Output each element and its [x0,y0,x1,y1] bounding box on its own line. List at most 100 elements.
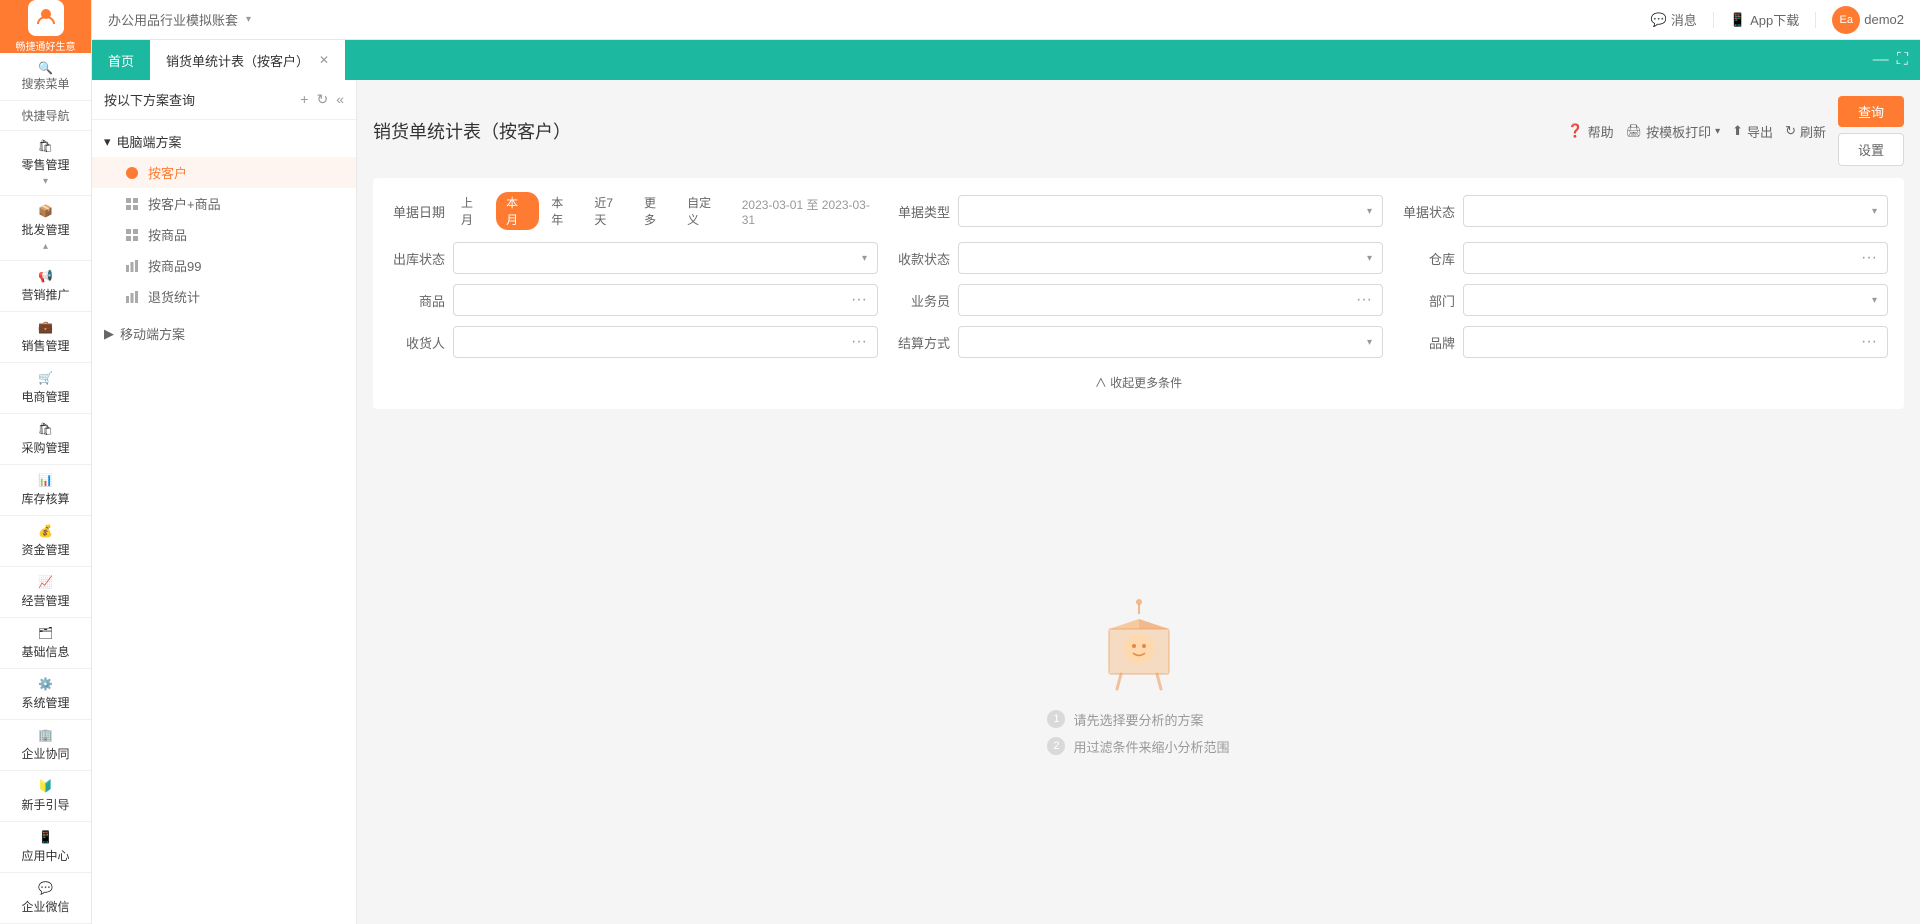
refresh-button[interactable]: ↻ 刷新 [1785,122,1826,141]
tab-minimize-icon[interactable]: — [1873,51,1889,69]
sidebar-item-wholesale[interactable]: 📦 批发管理 ▴ [0,196,92,261]
filter-row-3: 商品 ··· 业务员 ··· 部门 [389,284,1888,316]
settings-button[interactable]: 设置 [1838,133,1904,166]
sidebar-item-retail[interactable]: 🛍 零售管理 ▾ [0,131,92,196]
receiver-select[interactable]: ··· [453,326,878,358]
sidebar-item-inventory[interactable]: 📊 库存核算 [0,465,92,516]
date-tab-this-year[interactable]: 本年 [543,190,582,232]
date-tab-last-month[interactable]: 上月 [453,190,492,232]
help-button[interactable]: ❓ 帮助 [1567,122,1613,141]
payment-label: 结算方式 [894,333,950,352]
scheme-by-goods[interactable]: 按商品 [92,219,356,250]
quick-nav[interactable]: 快捷导航 [0,101,92,131]
doc-status-arrow-icon: ▾ [1872,206,1877,217]
brand-label: 品牌 [1399,333,1455,352]
receiver-filter-group: 收货人 ··· [389,326,878,358]
filter-row-4: 收货人 ··· 结算方式 ▾ 品牌 [389,326,1888,358]
sidebar-item-purchase[interactable]: 🛍 采购管理 [0,414,92,465]
receipt-status-select[interactable]: ▾ [958,242,1383,274]
page-title-bar: 销货单统计表（按客户） ❓ 帮助 🖨 按模板打印 ▾ ⬆ 导出 [373,96,1904,166]
date-tab-7days[interactable]: 近7天 [586,190,632,232]
sidebar-item-wechat[interactable]: 💬 企业微信 [0,873,92,924]
warehouse-select[interactable]: ··· [1463,242,1888,274]
tab-bar-actions: — ⛶ [1873,51,1920,69]
sidebar-item-finance[interactable]: 💰 资金管理 [0,516,92,567]
date-tab-this-month[interactable]: 本月 [496,192,539,230]
goods-select[interactable]: ··· [453,284,878,316]
add-scheme-icon[interactable]: + [300,91,308,108]
ecommerce-icon: 🛒 [38,371,53,385]
export-button[interactable]: ⬆ 导出 [1732,122,1773,141]
operation-icon: 📈 [38,575,53,589]
header-divider2 [1815,12,1816,28]
sidebar-item-appstore[interactable]: 📱 应用中心 [0,822,92,873]
sidebar-item-sales[interactable]: 💼 销售管理 [0,312,92,363]
salesperson-label: 业务员 [894,291,950,310]
empty-tip-1: 1 请先选择要分析的方案 [1047,710,1229,729]
doc-status-select[interactable]: ▾ [1463,195,1888,227]
retail-arrow: ▾ [43,176,48,187]
out-status-select[interactable]: ▾ [453,242,878,274]
payment-filter-group: 结算方式 ▾ [894,326,1383,358]
enterprise-label: 企业协同 [21,745,69,762]
logo-label: 畅捷通好生意 [16,38,76,53]
tab-close-icon[interactable]: ✕ [319,53,329,67]
tab-sales-stat[interactable]: 销货单统计表（按客户） ✕ [150,40,345,80]
sidebar-item-system[interactable]: ⚙️ 系统管理 [0,669,92,720]
top-header: 办公用品行业模拟账套 ▾ 💬 消息 📱 App下载 Ea demo2 [92,0,1920,40]
home-tab-label: 首页 [108,51,134,70]
message-button[interactable]: 💬 消息 [1651,10,1697,29]
empty-tips: 1 请先选择要分析的方案 2 用过滤条件来缩小分析范围 [1047,710,1229,756]
out-status-arrow-icon: ▾ [862,253,867,264]
payment-select[interactable]: ▾ [958,326,1383,358]
purchase-label: 采购管理 [21,439,69,456]
print-button[interactable]: 🖨 按模板打印 ▾ [1626,122,1721,141]
date-tab-custom[interactable]: 自定义 [679,190,730,232]
sidebar-item-base[interactable]: 🗂 基础信息 [0,618,92,669]
filter-area: 单据日期 上月 本月 本年 近7天 更多 自定义 2023-03-01 至 20… [373,178,1904,409]
date-tab-more[interactable]: 更多 [636,190,675,232]
scheme-by-customer[interactable]: 按客户 [92,157,356,188]
salesperson-select[interactable]: ··· [958,284,1383,316]
app-logo[interactable]: 畅捷通好生意 [0,0,92,53]
sales-stat-tab-label: 销货单统计表（按客户） [166,51,309,70]
tab-maximize-icon[interactable]: ⛶ [1897,51,1908,69]
dept-select[interactable]: ▾ [1463,284,1888,316]
finance-label: 资金管理 [21,541,69,558]
receiver-dots: ··· [851,333,867,351]
brand-select[interactable]: ··· [1463,326,1888,358]
tab-home[interactable]: 首页 [92,40,150,80]
refresh-icon: ↻ [1785,123,1796,139]
enterprise-icon: 🏢 [38,728,53,742]
sidebar-item-enterprise[interactable]: 🏢 企业协同 [0,720,92,771]
user-menu[interactable]: Ea demo2 [1832,6,1904,34]
title-dropdown-icon[interactable]: ▾ [246,14,251,25]
app-title: 办公用品行业模拟账套 [108,10,238,29]
sidebar-item-newbie[interactable]: 🔰 新手引导 [0,771,92,822]
collapse-panel-icon[interactable]: « [336,91,344,108]
avatar: Ea [1832,6,1860,34]
doc-type-select[interactable]: ▾ [958,195,1383,227]
return-stat-label: 退货统计 [148,287,200,306]
collapse-filters-button[interactable]: ∧ 收起更多条件 [389,368,1888,397]
payment-arrow-icon: ▾ [1367,337,1372,348]
scheme-by-customer-goods[interactable]: 按客户+商品 [92,188,356,219]
scheme-return-stat[interactable]: 退货统计 [92,281,356,312]
query-button[interactable]: 查询 [1838,96,1904,127]
mobile-scheme-section[interactable]: ▶ 移动端方案 [92,318,356,349]
dept-filter-group: 部门 ▾ [1399,284,1888,316]
app-download-button[interactable]: 📱 App下载 [1730,10,1799,29]
sales-label: 销售管理 [21,337,69,354]
refresh-scheme-icon[interactable]: ↻ [316,91,328,108]
page-title: 销货单统计表（按客户） [373,118,571,144]
search-menu[interactable]: 🔍 搜索菜单 [0,53,92,101]
scheme-by-goods-99[interactable]: 按商品99 [92,250,356,281]
sidebar-item-operation[interactable]: 📈 经营管理 [0,567,92,618]
sidebar-item-ecommerce[interactable]: 🛒 电商管理 [0,363,92,414]
goods-filter-group: 商品 ··· [389,284,878,316]
desktop-section-header[interactable]: ▾ 电脑端方案 [92,126,356,157]
print-icon: 🖨 [1626,123,1643,139]
user-label: demo2 [1864,12,1904,27]
sidebar-item-marketing[interactable]: 📢 营销推广 [0,261,92,312]
appstore-label: 应用中心 [21,847,69,864]
